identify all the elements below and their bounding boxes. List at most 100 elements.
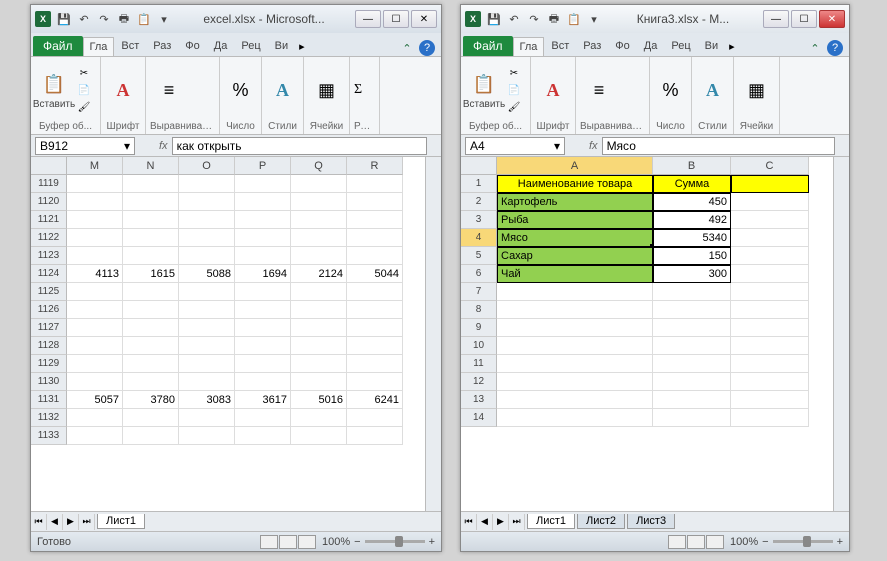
- cell[interactable]: [123, 373, 179, 391]
- cell[interactable]: [67, 175, 123, 193]
- cell[interactable]: [123, 301, 179, 319]
- tabs-overflow-icon[interactable]: ▸: [295, 37, 309, 56]
- sheet-tab[interactable]: Лист1: [527, 514, 575, 529]
- cell[interactable]: [731, 355, 809, 373]
- cell[interactable]: [235, 229, 291, 247]
- cell[interactable]: 1615: [123, 265, 179, 283]
- cell[interactable]: [347, 319, 403, 337]
- cell[interactable]: [123, 355, 179, 373]
- tab-pagelayout[interactable]: Раз: [576, 36, 608, 56]
- copy-icon[interactable]: 📄: [505, 82, 523, 98]
- first-sheet-icon[interactable]: ⏮: [461, 514, 477, 530]
- prev-sheet-icon[interactable]: ◀: [47, 514, 63, 530]
- cell[interactable]: [179, 229, 235, 247]
- next-sheet-icon[interactable]: ▶: [493, 514, 509, 530]
- cell[interactable]: 150: [653, 247, 731, 265]
- cell[interactable]: [179, 211, 235, 229]
- header-cell[interactable]: Наименование товара: [497, 175, 653, 193]
- format-painter-icon[interactable]: 🖌: [75, 99, 93, 115]
- cell[interactable]: [291, 409, 347, 427]
- help-icon[interactable]: ?: [419, 40, 435, 56]
- row-header[interactable]: 1122: [31, 229, 67, 247]
- normal-view-icon[interactable]: [668, 535, 686, 549]
- titlebar[interactable]: X 💾 ↶ ↷ 🖶 📋 ▾ Книга3.xlsx - M... — ☐ ✕: [461, 5, 849, 33]
- cell[interactable]: [497, 319, 653, 337]
- cell[interactable]: [497, 373, 653, 391]
- tab-formulas[interactable]: Фо: [178, 36, 206, 56]
- formula-bar[interactable]: Мясо: [602, 137, 835, 155]
- cut-icon[interactable]: ✂: [505, 65, 523, 81]
- cell[interactable]: [179, 247, 235, 265]
- cell[interactable]: [235, 409, 291, 427]
- number-button[interactable]: %: [224, 76, 257, 104]
- cell[interactable]: Чай: [497, 265, 653, 283]
- cell[interactable]: [347, 283, 403, 301]
- cell[interactable]: [291, 229, 347, 247]
- cell[interactable]: [291, 355, 347, 373]
- minimize-button[interactable]: —: [355, 10, 381, 28]
- cell[interactable]: [731, 193, 809, 211]
- chevron-down-icon[interactable]: ▾: [554, 139, 560, 153]
- cell[interactable]: [347, 247, 403, 265]
- cell[interactable]: [731, 337, 809, 355]
- last-sheet-icon[interactable]: ⏭: [509, 514, 525, 530]
- sheet-tab[interactable]: Лист1: [97, 514, 145, 529]
- cell[interactable]: [291, 319, 347, 337]
- undo-icon[interactable]: ↶: [75, 10, 93, 28]
- tab-view[interactable]: Ви: [698, 36, 725, 56]
- paste-button[interactable]: 📋 Вставить: [35, 71, 73, 110]
- tab-review[interactable]: Рец: [234, 36, 267, 56]
- font-button[interactable]: A: [105, 76, 141, 104]
- tab-view[interactable]: Ви: [268, 36, 295, 56]
- cell[interactable]: [653, 319, 731, 337]
- column-header[interactable]: A: [497, 157, 653, 175]
- cell[interactable]: [291, 211, 347, 229]
- alignment-button[interactable]: ≡: [150, 76, 188, 104]
- tab-review[interactable]: Рец: [664, 36, 697, 56]
- cell[interactable]: [731, 409, 809, 427]
- cell[interactable]: [731, 247, 809, 265]
- normal-view-icon[interactable]: [260, 535, 278, 549]
- row-header[interactable]: 1132: [31, 409, 67, 427]
- cell[interactable]: [653, 283, 731, 301]
- zoom-out-icon[interactable]: −: [354, 536, 360, 548]
- cell[interactable]: [347, 427, 403, 445]
- row-header[interactable]: 1121: [31, 211, 67, 229]
- paste-button[interactable]: 📋 Вставить: [465, 71, 503, 110]
- cell[interactable]: [347, 211, 403, 229]
- column-header[interactable]: Q: [291, 157, 347, 175]
- cell[interactable]: [731, 391, 809, 409]
- cell[interactable]: [653, 301, 731, 319]
- cell[interactable]: 5340: [653, 229, 731, 247]
- row-header[interactable]: 13: [461, 391, 497, 409]
- cell[interactable]: [235, 427, 291, 445]
- titlebar[interactable]: X 💾 ↶ ↷ 🖶 📋 ▾ excel.xlsx - Microsoft... …: [31, 5, 441, 33]
- row-header[interactable]: 2: [461, 193, 497, 211]
- cell[interactable]: [179, 301, 235, 319]
- row-header[interactable]: 5: [461, 247, 497, 265]
- maximize-button[interactable]: ☐: [383, 10, 409, 28]
- row-header[interactable]: 1126: [31, 301, 67, 319]
- cell[interactable]: [731, 373, 809, 391]
- cell[interactable]: [235, 211, 291, 229]
- cell[interactable]: [123, 319, 179, 337]
- autosum-icon[interactable]: Σ: [354, 82, 362, 98]
- cell[interactable]: [291, 427, 347, 445]
- cell[interactable]: [497, 337, 653, 355]
- cell[interactable]: [497, 409, 653, 427]
- column-header[interactable]: M: [67, 157, 123, 175]
- file-tab[interactable]: Файл: [463, 36, 513, 56]
- cell[interactable]: [731, 319, 809, 337]
- cell[interactable]: 6241: [347, 391, 403, 409]
- row-header[interactable]: 11: [461, 355, 497, 373]
- row-header[interactable]: 1133: [31, 427, 67, 445]
- cell[interactable]: [235, 175, 291, 193]
- row-header[interactable]: 1129: [31, 355, 67, 373]
- cell[interactable]: Мясо: [497, 229, 653, 247]
- cell[interactable]: [731, 211, 809, 229]
- row-header[interactable]: 7: [461, 283, 497, 301]
- cell[interactable]: Рыба: [497, 211, 653, 229]
- cell[interactable]: Сахар: [497, 247, 653, 265]
- cell[interactable]: [179, 193, 235, 211]
- row-header[interactable]: 1: [461, 175, 497, 193]
